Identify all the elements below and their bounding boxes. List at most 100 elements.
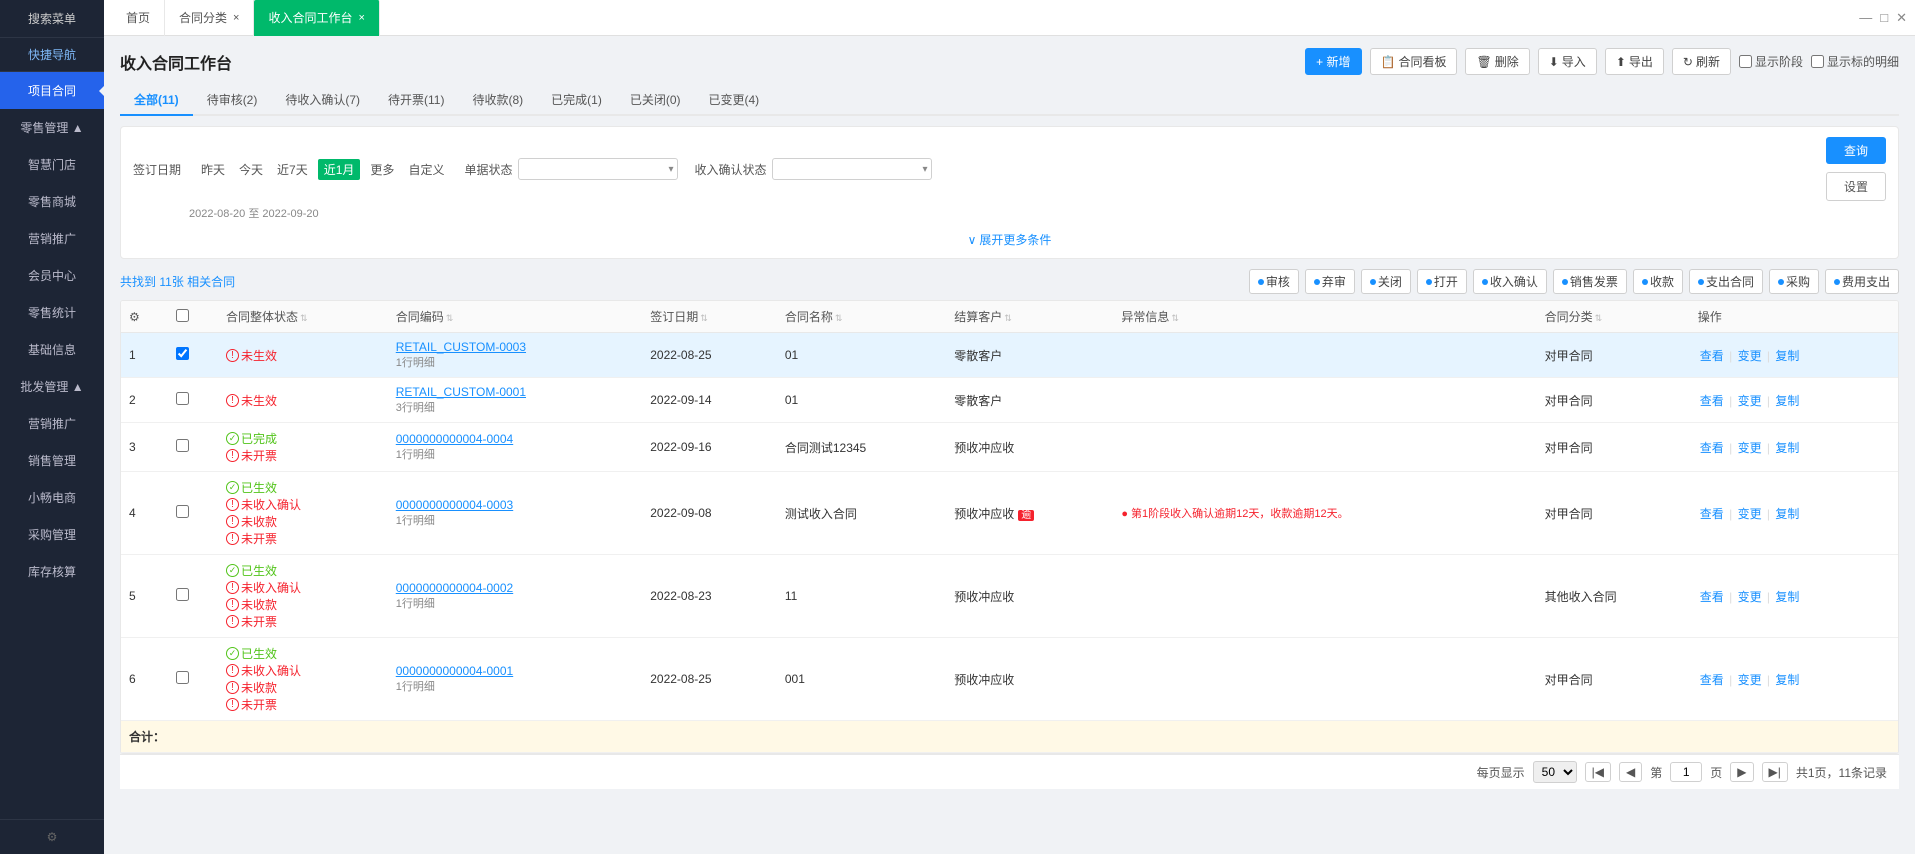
action-变更[interactable]: 变更 [1738, 349, 1762, 363]
action-复制[interactable]: 复制 [1775, 673, 1799, 687]
col-header-customer[interactable]: 结算客户⇅ [946, 301, 1113, 333]
row-checkbox[interactable] [176, 347, 189, 360]
cell-code[interactable]: RETAIL_CUSTOM-00031行明细 [388, 333, 642, 378]
tabs-window-controls[interactable]: — □ ✕ [1859, 10, 1907, 26]
cell-code[interactable]: RETAIL_CUSTOM-00013行明细 [388, 378, 642, 423]
sidebar-item-basic-info[interactable]: 基础信息 [0, 331, 104, 368]
action-变更[interactable]: 变更 [1738, 590, 1762, 604]
contract-board-button[interactable]: 📋 合同看板 [1370, 48, 1458, 75]
sidebar-item-member[interactable]: 会员中心 [0, 257, 104, 294]
action-btn-print[interactable]: 打开 [1417, 269, 1467, 294]
row-checkbox[interactable] [176, 588, 189, 601]
sidebar-item-smart-store[interactable]: 智慧门店 [0, 146, 104, 183]
prev-page-btn[interactable]: ◀ [1619, 762, 1642, 782]
sidebar-item-marketing[interactable]: 营销推广 [0, 220, 104, 257]
expand-conditions-btn[interactable]: ∨ 展开更多条件 [968, 231, 1052, 248]
sidebar-item-project[interactable]: 项目合同 [0, 72, 104, 109]
refresh-button[interactable]: ↻ 刷新 [1672, 48, 1731, 75]
row-checkbox[interactable] [176, 505, 189, 518]
table-row[interactable]: 2! 未生效RETAIL_CUSTOM-00013行明细2022-09-1401… [121, 378, 1898, 423]
action-btn-sales_invoice[interactable]: 销售发票 [1553, 269, 1627, 294]
export-button[interactable]: ⬆ 导出 [1605, 48, 1664, 75]
select-all-checkbox[interactable] [176, 309, 189, 322]
import-button[interactable]: ⬇ 导入 [1538, 48, 1597, 75]
tab-contract-cat[interactable]: 合同分类× [165, 0, 254, 36]
table-row[interactable]: 1! 未生效RETAIL_CUSTOM-00031行明细2022-08-2501… [121, 333, 1898, 378]
action-查看[interactable]: 查看 [1700, 394, 1724, 408]
sidebar-item-wholesale[interactable]: 批发管理 ▲ [0, 368, 104, 405]
table-row[interactable]: 6✓ 已生效! 未收入确认! 未收款! 未开票0000000000004-000… [121, 638, 1898, 721]
cell-code[interactable]: 0000000000004-00031行明细 [388, 472, 642, 555]
cell-code[interactable]: 0000000000004-00021行明细 [388, 555, 642, 638]
filter-tab-pending_payment[interactable]: 待收款(8) [458, 85, 537, 116]
filter-tab-completed[interactable]: 已完成(1) [537, 85, 616, 116]
show-detail-checkbox[interactable]: 显示标的明细 [1811, 53, 1899, 70]
next-page-btn[interactable]: ▶ [1730, 762, 1753, 782]
close-icon[interactable]: ✕ [1896, 10, 1907, 26]
action-btn-expense_out[interactable]: 支出合同 [1689, 269, 1763, 294]
action-查看[interactable]: 查看 [1700, 349, 1724, 363]
date-opt-yesterday[interactable]: 昨天 [197, 159, 229, 180]
sidebar-item-ecommerce[interactable]: 小畅电商 [0, 479, 104, 516]
cell-code[interactable]: 0000000000004-00011行明细 [388, 638, 642, 721]
contract-code-link[interactable]: 0000000000004-0002 [396, 581, 513, 595]
action-btn-abandon[interactable]: 弃审 [1305, 269, 1355, 294]
action-btn-income_confirm[interactable]: 收入确认 [1473, 269, 1547, 294]
tab-home[interactable]: 首页 [112, 0, 165, 36]
action-复制[interactable]: 复制 [1775, 441, 1799, 455]
col-header-error_info[interactable]: 异常信息⇅ [1113, 301, 1536, 333]
sidebar-item-sales-mgmt[interactable]: 销售管理 [0, 442, 104, 479]
tab-close-contract-cat[interactable]: × [233, 12, 239, 24]
filter-tab-closed[interactable]: 已关闭(0) [616, 85, 695, 116]
col-header-category[interactable]: 合同分类⇅ [1537, 301, 1690, 333]
last-page-btn[interactable]: ▶| [1762, 762, 1788, 782]
filter-tab-pending_confirm[interactable]: 待收入确认(7) [271, 85, 374, 116]
sidebar-item-inventory[interactable]: 库存核算 [0, 553, 104, 590]
set-button[interactable]: 设置 [1826, 172, 1886, 201]
sidebar-item-purchase[interactable]: 采购管理 [0, 516, 104, 553]
date-opt-custom[interactable]: 自定义 [404, 159, 448, 180]
col-header-code[interactable]: 合同编码⇅ [388, 301, 642, 333]
date-opt-today[interactable]: 今天 [235, 159, 267, 180]
sidebar-settings[interactable]: ⚙ [0, 819, 104, 854]
sidebar-quick-nav[interactable]: 快捷导航 [0, 38, 104, 72]
new-button[interactable]: + 新增 [1305, 48, 1361, 75]
contract-code-link[interactable]: RETAIL_CUSTOM-0003 [396, 340, 526, 354]
col-header-name[interactable]: 合同名称⇅ [777, 301, 946, 333]
sidebar-item-marketing2[interactable]: 营销推广 [0, 405, 104, 442]
page-input[interactable] [1670, 762, 1702, 782]
maximize-icon[interactable]: □ [1880, 10, 1888, 25]
table-row[interactable]: 3✓ 已完成! 未开票0000000000004-00041行明细2022-09… [121, 423, 1898, 472]
action-复制[interactable]: 复制 [1775, 507, 1799, 521]
row-checkbox[interactable] [176, 439, 189, 452]
page-size-select[interactable]: 50 [1533, 761, 1577, 783]
first-page-btn[interactable]: |◀ [1585, 762, 1611, 782]
income-confirm-select[interactable] [772, 158, 932, 180]
show-stage-checkbox[interactable]: 显示阶段 [1739, 53, 1803, 70]
action-复制[interactable]: 复制 [1775, 590, 1799, 604]
sidebar-search[interactable]: 搜索菜单 [0, 0, 104, 38]
filter-tab-pending_invoice[interactable]: 待开票(11) [374, 85, 458, 116]
filter-tab-changed[interactable]: 已变更(4) [695, 85, 774, 116]
query-button[interactable]: 查询 [1826, 137, 1886, 164]
action-查看[interactable]: 查看 [1700, 441, 1724, 455]
action-变更[interactable]: 变更 [1738, 673, 1762, 687]
contract-code-link[interactable]: 0000000000004-0003 [396, 498, 513, 512]
date-opt-more[interactable]: 更多 [366, 159, 398, 180]
action-查看[interactable]: 查看 [1700, 673, 1724, 687]
sidebar-item-retail-mgmt[interactable]: 零售管理 ▲ [0, 109, 104, 146]
table-row[interactable]: 4✓ 已生效! 未收入确认! 未收款! 未开票0000000000004-000… [121, 472, 1898, 555]
action-btn-close[interactable]: 关闭 [1361, 269, 1411, 294]
sidebar-item-retail-stat[interactable]: 零售统计 [0, 294, 104, 331]
action-变更[interactable]: 变更 [1738, 394, 1762, 408]
col-header-sign_date[interactable]: 签订日期⇅ [642, 301, 777, 333]
row-checkbox[interactable] [176, 671, 189, 684]
action-btn-purchase[interactable]: 采购 [1769, 269, 1819, 294]
action-查看[interactable]: 查看 [1700, 590, 1724, 604]
contract-code-link[interactable]: 0000000000004-0001 [396, 664, 513, 678]
action-btn-payment[interactable]: 收款 [1633, 269, 1683, 294]
filter-tab-pending_review[interactable]: 待审核(2) [193, 85, 272, 116]
date-opt-last1month[interactable]: 近1月 [318, 159, 361, 180]
action-btn-cost_out[interactable]: 费用支出 [1825, 269, 1899, 294]
table-row[interactable]: 5✓ 已生效! 未收入确认! 未收款! 未开票0000000000004-000… [121, 555, 1898, 638]
